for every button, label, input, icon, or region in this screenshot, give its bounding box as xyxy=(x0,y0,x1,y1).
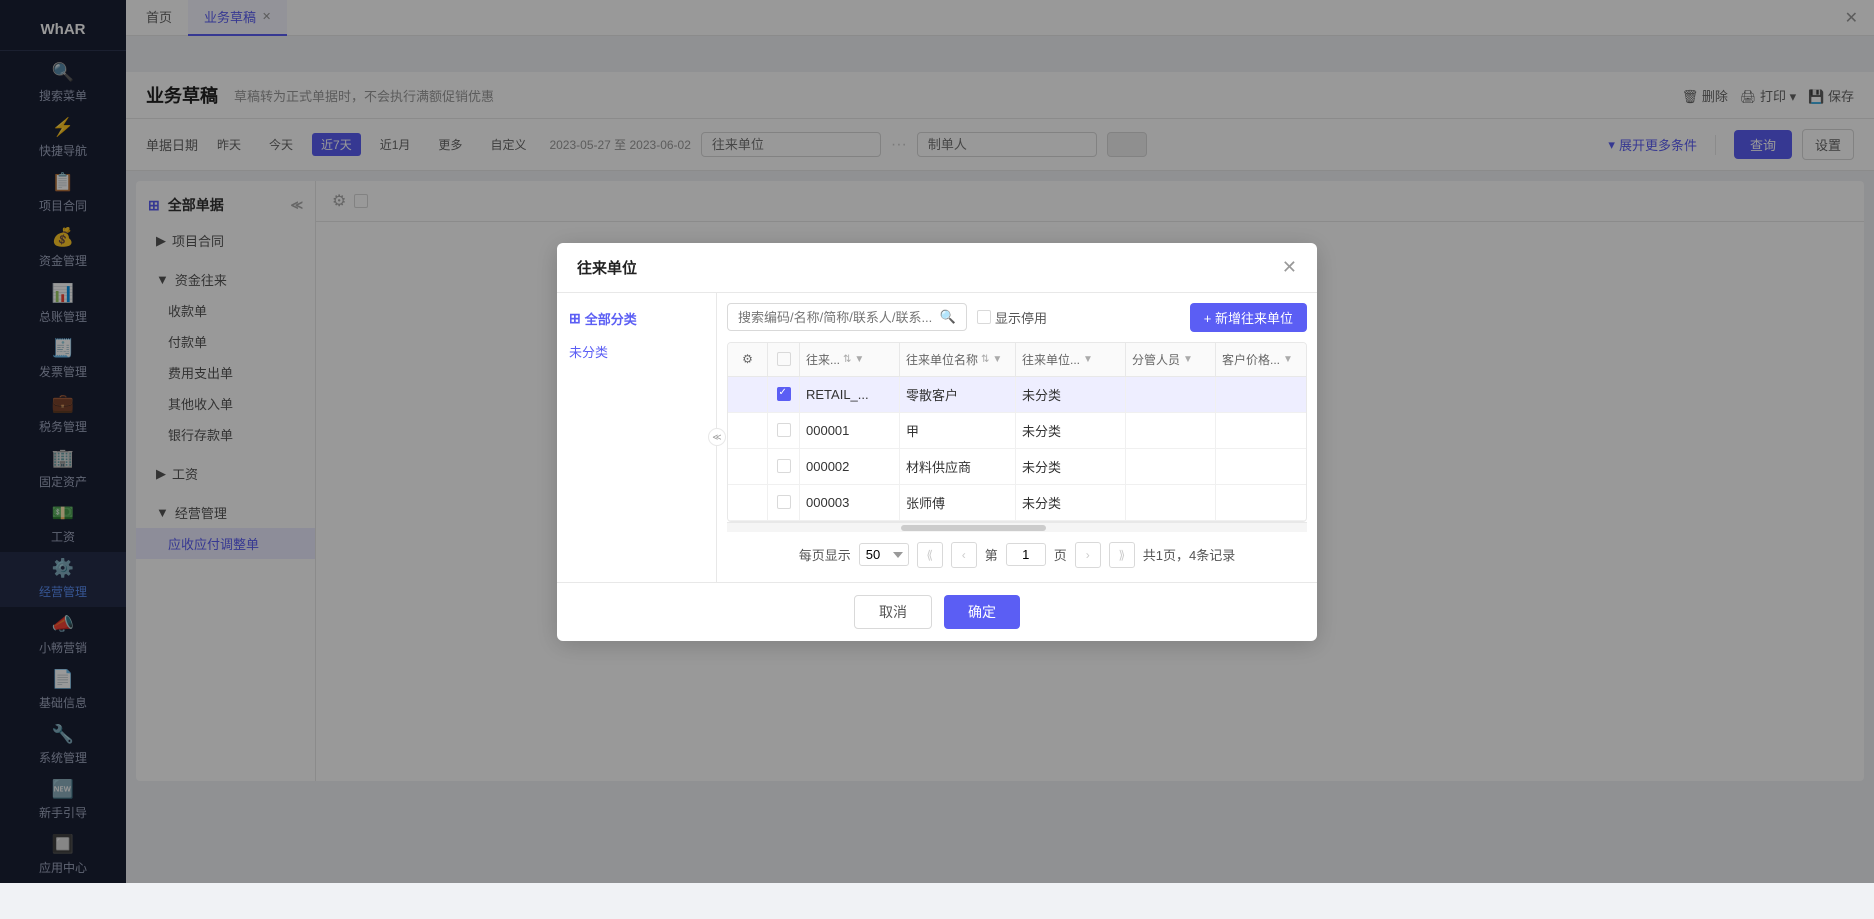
th-manager: 分管人员 ▼ xyxy=(1126,343,1216,376)
td-name-2: 甲 xyxy=(900,413,1016,448)
prev-page-btn[interactable]: ‹ xyxy=(951,542,977,568)
th-price: 客户价格... ▼ xyxy=(1216,343,1306,376)
last-page-btn[interactable]: ⟫ xyxy=(1109,542,1135,568)
td-cat-3: 未分类 xyxy=(1016,449,1126,484)
dialog-close-btn[interactable]: ✕ xyxy=(1282,257,1297,278)
dialog-left-collapse-btn[interactable]: ≪ xyxy=(708,428,726,446)
row-checkbox-1[interactable] xyxy=(777,387,791,401)
td-price-1 xyxy=(1216,377,1306,412)
show-disabled-wrapper: 显示停用 xyxy=(977,308,1047,327)
page-number-input[interactable] xyxy=(1006,543,1046,566)
td-checkbox-1[interactable] xyxy=(768,377,800,412)
td-mgr-2 xyxy=(1126,413,1216,448)
th-settings: ⚙ xyxy=(728,343,768,376)
td-checkbox-2[interactable] xyxy=(768,413,800,448)
dialog-table: ⚙ 往来... ⇅ ▼ 往来单位名称 ⇅ ▼ xyxy=(727,342,1307,522)
first-page-btn[interactable]: ⟪ xyxy=(917,542,943,568)
dialog-header: 往来单位 ✕ xyxy=(557,243,1317,293)
td-price-4 xyxy=(1216,485,1306,520)
td-checkbox-3[interactable] xyxy=(768,449,800,484)
dialog-left-header: ⊞ 全部分类 xyxy=(557,301,716,336)
th-name: 往来单位名称 ⇅ ▼ xyxy=(900,343,1016,376)
td-code-1: RETAIL_... xyxy=(800,377,900,412)
scrollbar-thumb xyxy=(901,525,1046,531)
th-checkbox xyxy=(768,343,800,376)
name-sort-icon: ⇅ xyxy=(981,354,989,365)
th-select-all[interactable] xyxy=(777,352,791,366)
table-row[interactable]: RETAIL_... 零散客户 未分类 xyxy=(728,377,1306,413)
dialog-footer: 取消 确定 xyxy=(557,582,1317,641)
settings-col-icon: ⚙ xyxy=(742,352,753,366)
table-header: ⚙ 往来... ⇅ ▼ 往来单位名称 ⇅ ▼ xyxy=(728,343,1306,377)
td-mgr-4 xyxy=(1126,485,1216,520)
td-mgr-1 xyxy=(1126,377,1216,412)
td-code-3: 000002 xyxy=(800,449,900,484)
row-checkbox-4[interactable] xyxy=(777,495,791,509)
cat-filter-icon: ▼ xyxy=(1083,354,1093,365)
td-name-4: 张师傅 xyxy=(900,485,1016,520)
td-settings-1 xyxy=(728,377,768,412)
code-filter-icon: ▼ xyxy=(854,354,864,365)
dialog-left-nav: ⊞ 全部分类 未分类 ≪ xyxy=(557,293,717,582)
dialog-partner: 往来单位 ✕ ⊞ 全部分类 未分类 ≪ 🔍 xyxy=(557,243,1317,641)
td-price-2 xyxy=(1216,413,1306,448)
dialog-title: 往来单位 xyxy=(577,257,1282,278)
show-disabled-checkbox[interactable] xyxy=(977,310,991,324)
modal-overlay: 往来单位 ✕ ⊞ 全部分类 未分类 ≪ 🔍 xyxy=(0,0,1874,883)
mgr-filter-icon: ▼ xyxy=(1183,354,1193,365)
table-scrollbar[interactable] xyxy=(727,522,1307,532)
th-code: 往来... ⇅ ▼ xyxy=(800,343,900,376)
td-settings-2 xyxy=(728,413,768,448)
add-partner-btn[interactable]: + 新增往来单位 xyxy=(1190,303,1307,332)
dialog-pagination: 每页显示 50 100 ⟪ ‹ 第 页 › ⟫ 共1页，4条记录 xyxy=(727,532,1307,572)
cancel-button[interactable]: 取消 xyxy=(854,595,932,629)
table-row[interactable]: 000001 甲 未分类 xyxy=(728,413,1306,449)
dialog-search-input[interactable] xyxy=(738,310,934,325)
td-settings-3 xyxy=(728,449,768,484)
td-code-4: 000003 xyxy=(800,485,900,520)
td-cat-2: 未分类 xyxy=(1016,413,1126,448)
row-checkbox-2[interactable] xyxy=(777,423,791,437)
dialog-right-content: 🔍 显示停用 + 新增往来单位 ⚙ xyxy=(717,293,1317,582)
td-cat-1: 未分类 xyxy=(1016,377,1126,412)
grid-icon2: ⊞ xyxy=(569,310,581,327)
td-name-1: 零散客户 xyxy=(900,377,1016,412)
row-checkbox-3[interactable] xyxy=(777,459,791,473)
td-price-3 xyxy=(1216,449,1306,484)
per-page-select[interactable]: 50 100 xyxy=(859,543,909,566)
td-mgr-3 xyxy=(1126,449,1216,484)
next-page-btn[interactable]: › xyxy=(1075,542,1101,568)
td-name-3: 材料供应商 xyxy=(900,449,1016,484)
dialog-body: ⊞ 全部分类 未分类 ≪ 🔍 显示停用 xyxy=(557,293,1317,582)
name-filter-icon: ▼ xyxy=(992,354,1002,365)
table-row[interactable]: 000002 材料供应商 未分类 xyxy=(728,449,1306,485)
price-filter-icon: ▼ xyxy=(1283,354,1293,365)
th-category: 往来单位... ▼ xyxy=(1016,343,1126,376)
dialog-search-bar: 🔍 显示停用 + 新增往来单位 xyxy=(727,303,1307,332)
td-checkbox-4[interactable] xyxy=(768,485,800,520)
td-cat-4: 未分类 xyxy=(1016,485,1126,520)
search-magnifier-icon: 🔍 xyxy=(940,309,956,325)
code-sort-icon: ⇅ xyxy=(843,354,851,365)
confirm-button[interactable]: 确定 xyxy=(944,595,1020,629)
dialog-left-unclassified[interactable]: 未分类 xyxy=(557,336,716,367)
dialog-search-wrapper: 🔍 xyxy=(727,303,967,331)
td-settings-4 xyxy=(728,485,768,520)
td-code-2: 000001 xyxy=(800,413,900,448)
table-row[interactable]: 000003 张师傅 未分类 xyxy=(728,485,1306,521)
